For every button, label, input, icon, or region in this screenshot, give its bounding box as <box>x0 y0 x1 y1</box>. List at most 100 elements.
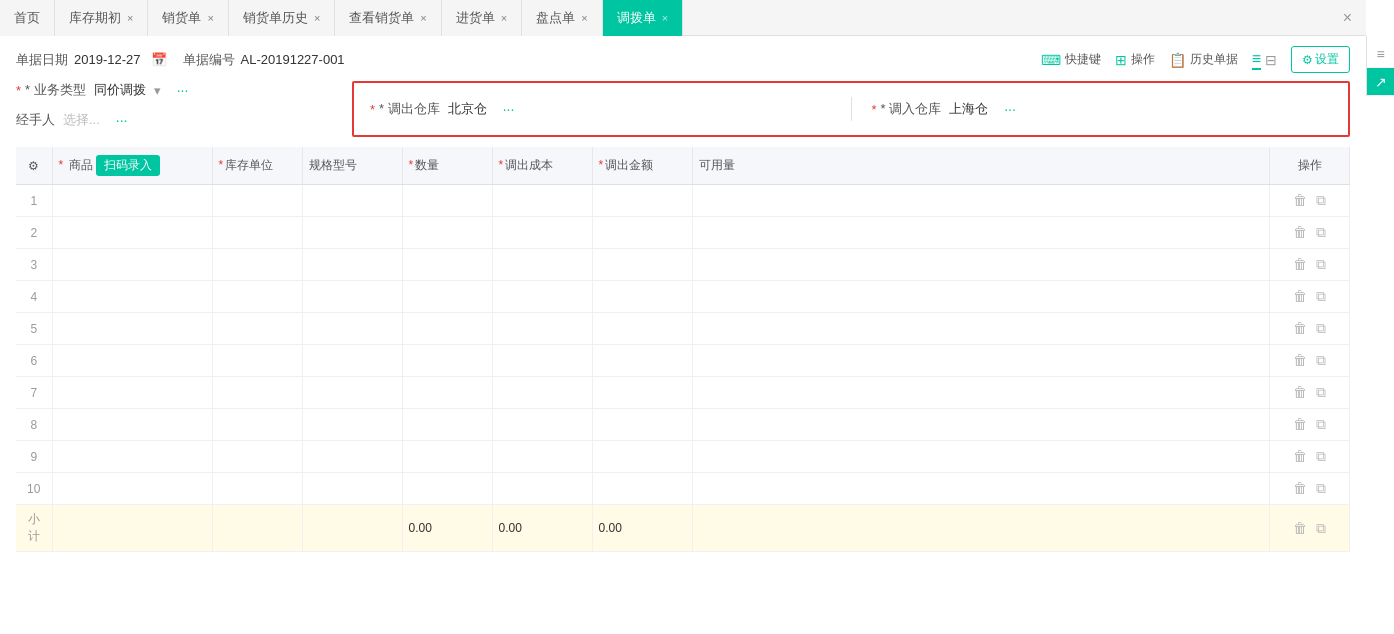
cell-spec[interactable] <box>302 281 402 313</box>
cell-available[interactable] <box>692 409 1270 441</box>
cell-amount[interactable] <box>592 281 692 313</box>
tab-sales-order-close[interactable]: × <box>207 12 213 24</box>
cell-unit[interactable] <box>212 345 302 377</box>
cell-amount[interactable] <box>592 249 692 281</box>
delete-icon[interactable]: 🗑 <box>1290 286 1310 306</box>
cell-amount[interactable] <box>592 377 692 409</box>
cell-spec[interactable] <box>302 185 402 217</box>
delete-icon[interactable]: 🗑 <box>1290 478 1310 498</box>
delete-icon[interactable]: 🗑 <box>1290 318 1310 338</box>
copy-icon[interactable]: ⧉ <box>1313 382 1329 402</box>
delete-icon[interactable]: 🗑 <box>1290 190 1310 210</box>
cell-quantity[interactable]: 0.00 <box>402 505 492 552</box>
cell-cost[interactable] <box>492 441 592 473</box>
cell-product[interactable] <box>52 217 212 249</box>
cell-cost[interactable] <box>492 345 592 377</box>
tab-inventory-init-close[interactable]: × <box>127 12 133 24</box>
tab-transfer-order-close[interactable]: × <box>662 12 668 24</box>
transfer-in-value[interactable]: 上海仓 <box>949 100 988 118</box>
copy-icon[interactable]: ⧉ <box>1313 414 1329 434</box>
cell-product[interactable] <box>52 441 212 473</box>
cell-quantity[interactable] <box>402 281 492 313</box>
cell-unit[interactable] <box>212 217 302 249</box>
delete-icon[interactable]: 🗑 <box>1290 222 1310 242</box>
cell-unit[interactable] <box>212 313 302 345</box>
cell-quantity[interactable] <box>402 313 492 345</box>
cell-amount[interactable] <box>592 473 692 505</box>
tab-purchase-order[interactable]: 进货单 × <box>442 0 522 36</box>
cell-available[interactable] <box>692 313 1270 345</box>
cell-unit[interactable] <box>212 281 302 313</box>
cell-product[interactable] <box>52 473 212 505</box>
cell-cost[interactable] <box>492 409 592 441</box>
cell-cost[interactable] <box>492 217 592 249</box>
cell-cost[interactable] <box>492 313 592 345</box>
cell-product[interactable] <box>52 505 212 552</box>
cell-spec[interactable] <box>302 313 402 345</box>
cell-unit[interactable] <box>212 249 302 281</box>
sidebar-list-icon[interactable]: ≡ <box>1367 40 1395 68</box>
shortcut-button[interactable]: ⌨ 快捷键 <box>1041 51 1101 68</box>
cell-quantity[interactable] <box>402 473 492 505</box>
delete-icon[interactable]: 🗑 <box>1290 350 1310 370</box>
delete-icon[interactable]: 🗑 <box>1290 382 1310 402</box>
delete-icon[interactable]: 🗑 <box>1290 518 1310 538</box>
cell-available[interactable] <box>692 473 1270 505</box>
cell-quantity[interactable] <box>402 377 492 409</box>
cell-amount[interactable] <box>592 217 692 249</box>
cell-spec[interactable] <box>302 345 402 377</box>
cell-spec[interactable] <box>302 473 402 505</box>
sidebar-export-icon[interactable]: ↗ <box>1367 68 1395 96</box>
cell-spec[interactable] <box>302 217 402 249</box>
cell-available[interactable] <box>692 281 1270 313</box>
cell-unit[interactable] <box>212 409 302 441</box>
copy-icon[interactable]: ⧉ <box>1313 190 1329 210</box>
tab-inventory-check[interactable]: 盘点单 × <box>522 0 602 36</box>
cell-amount[interactable] <box>592 313 692 345</box>
cell-available[interactable] <box>692 441 1270 473</box>
cell-unit[interactable] <box>212 473 302 505</box>
business-type-more-button[interactable]: ··· <box>177 82 189 98</box>
layout-list-button[interactable]: ≡ <box>1252 50 1261 70</box>
cell-product[interactable] <box>52 377 212 409</box>
cell-unit[interactable] <box>212 377 302 409</box>
layout-grid-button[interactable]: ⊟ <box>1265 52 1277 68</box>
cell-amount[interactable] <box>592 441 692 473</box>
cell-spec[interactable] <box>302 441 402 473</box>
cell-product[interactable] <box>52 249 212 281</box>
business-type-select[interactable]: 同价调拨 ▾ <box>94 81 161 99</box>
tab-sales-history[interactable]: 销货单历史 × <box>229 0 335 36</box>
tab-view-sales[interactable]: 查看销货单 × <box>335 0 441 36</box>
cell-cost[interactable]: 0.00 <box>492 505 592 552</box>
copy-icon[interactable]: ⧉ <box>1313 318 1329 338</box>
cell-available[interactable] <box>692 377 1270 409</box>
tab-sales-history-close[interactable]: × <box>314 12 320 24</box>
copy-icon[interactable]: ⧉ <box>1313 518 1329 538</box>
cell-product[interactable] <box>52 185 212 217</box>
cell-available[interactable] <box>692 217 1270 249</box>
cell-quantity[interactable] <box>402 409 492 441</box>
cell-quantity[interactable] <box>402 249 492 281</box>
copy-icon[interactable]: ⧉ <box>1313 350 1329 370</box>
operation-button[interactable]: ⊞ 操作 <box>1115 51 1155 68</box>
copy-icon[interactable]: ⧉ <box>1313 446 1329 466</box>
cell-unit[interactable] <box>212 441 302 473</box>
cell-cost[interactable] <box>492 473 592 505</box>
cell-product[interactable] <box>52 345 212 377</box>
copy-icon[interactable]: ⧉ <box>1313 254 1329 274</box>
copy-icon[interactable]: ⧉ <box>1313 222 1329 242</box>
handler-more-button[interactable]: ··· <box>116 112 128 128</box>
cell-cost[interactable] <box>492 281 592 313</box>
cell-amount[interactable] <box>592 409 692 441</box>
cell-cost[interactable] <box>492 185 592 217</box>
th-settings[interactable]: ⚙ <box>16 147 52 185</box>
settings-button[interactable]: ⚙ 设置 <box>1291 46 1350 73</box>
cell-product[interactable] <box>52 281 212 313</box>
tab-sales-order[interactable]: 销货单 × <box>148 0 228 36</box>
copy-icon[interactable]: ⧉ <box>1313 286 1329 306</box>
transfer-in-more-button[interactable]: ··· <box>1004 101 1016 117</box>
cell-unit[interactable] <box>212 505 302 552</box>
window-close-button[interactable]: × <box>1329 9 1366 27</box>
history-button[interactable]: 📋 历史单据 <box>1169 51 1238 68</box>
cell-available[interactable] <box>692 185 1270 217</box>
